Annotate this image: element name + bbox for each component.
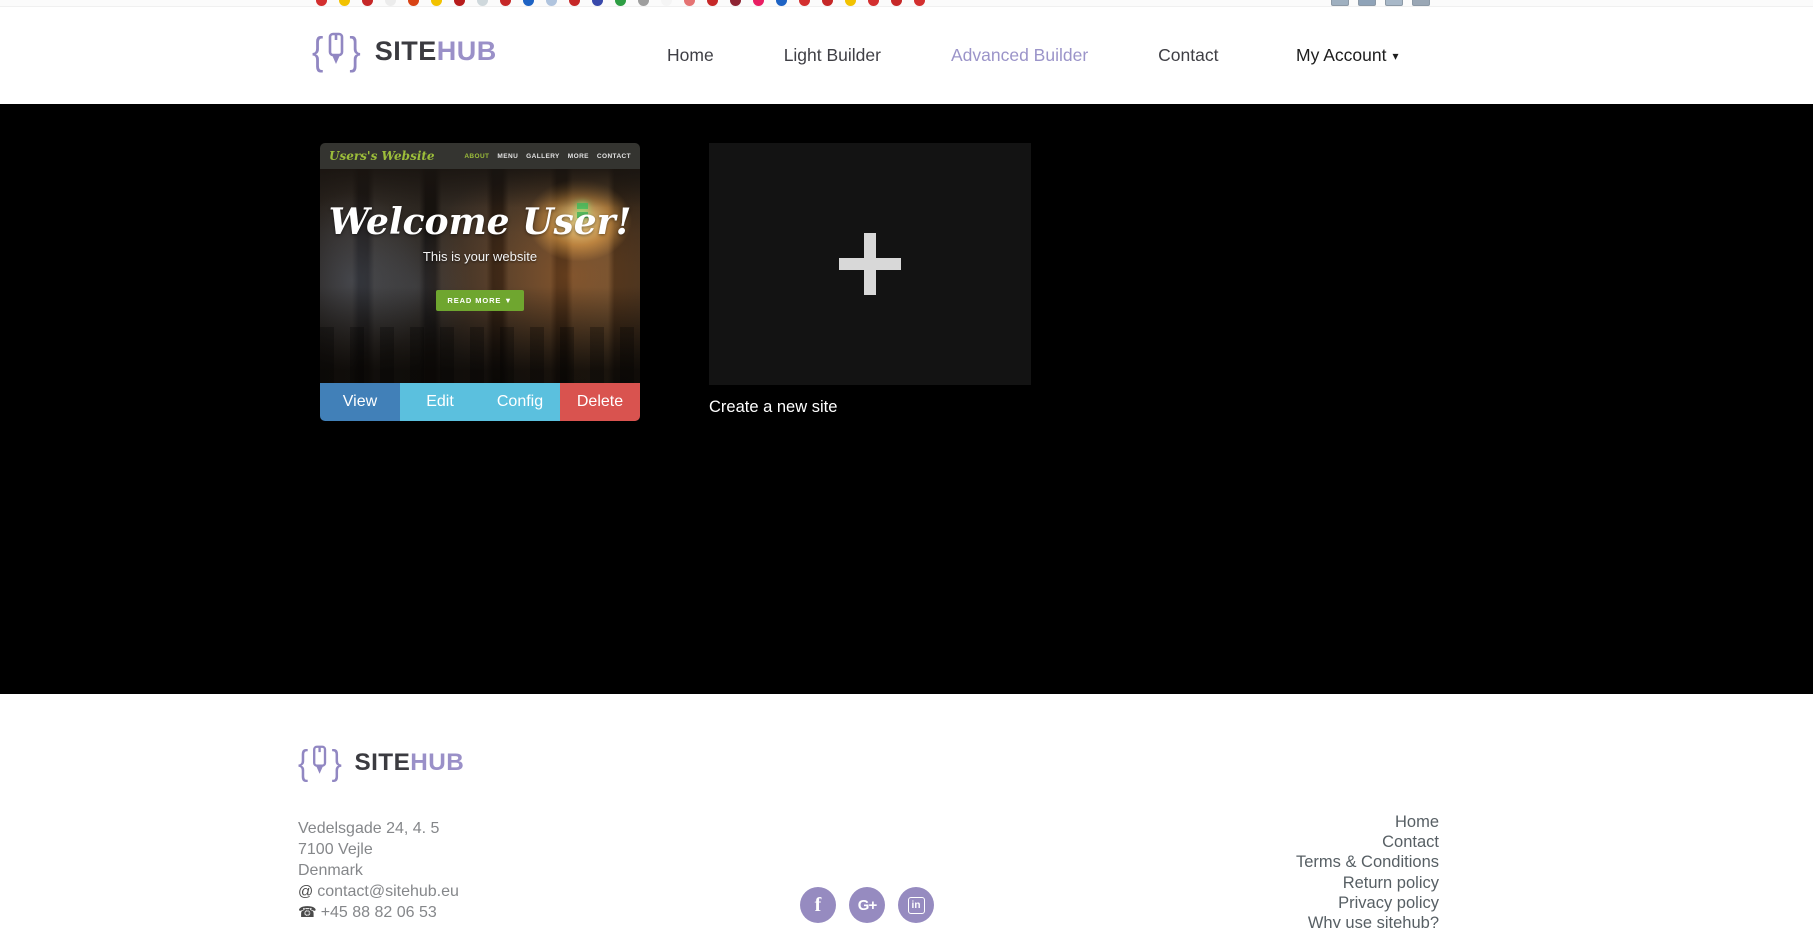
logo-brace-left: { [312, 29, 324, 74]
preview-nav-about: ABOUT [464, 152, 490, 160]
favicon-dot[interactable] [707, 0, 718, 6]
logo-brace-left: { [298, 742, 309, 783]
favicon-dot[interactable] [822, 0, 833, 6]
preview-site-title: Users's Website [329, 149, 435, 163]
favicon-dot[interactable] [914, 0, 925, 6]
preview-navbar: Users's Website ABOUT MENU GALLERY MORE … [320, 143, 640, 169]
preview-hero-photo: Welcome User! This is your website READ … [320, 169, 640, 383]
site-card-actions: View Edit Config Delete [320, 383, 640, 421]
favicon-dot[interactable] [500, 0, 511, 6]
footer-link-why[interactable]: Why use sitehub? [1308, 913, 1439, 928]
logo-brace-right: } [331, 742, 342, 783]
email-icon: @ [298, 883, 314, 900]
google-plus-icon[interactable]: G+ [849, 887, 885, 923]
favicon-dot[interactable] [799, 0, 810, 6]
main-nav: Home Light Builder Advanced Builder Cont… [667, 7, 1218, 104]
preview-read-more-button: READ MORE ▼ [436, 290, 524, 311]
favicon-dot[interactable] [362, 0, 373, 6]
site-action-button[interactable]: View [320, 383, 400, 421]
footer-links: Home Contact Terms & Conditions Return p… [1296, 812, 1439, 928]
footer: { } SITEHUB Vedelsgade 24, 4. 5 7100 Vej… [0, 694, 1813, 928]
footer-link-terms[interactable]: Terms & Conditions [1296, 852, 1439, 872]
create-site-label[interactable]: Create a new site [709, 398, 1031, 417]
site-action-button[interactable]: Config [480, 383, 560, 421]
footer-email-row: @ contact@sitehub.eu [298, 881, 459, 902]
my-account-dropdown[interactable]: My Account ▾ [1296, 7, 1399, 104]
favicon-dot[interactable] [684, 0, 695, 6]
favicon-dot[interactable] [316, 0, 327, 6]
footer-address: Vedelsgade 24, 4. 5 7100 Vejle Denmark @… [298, 818, 459, 923]
favicon-dot[interactable] [638, 0, 649, 6]
nav-contact[interactable]: Contact [1158, 45, 1218, 66]
site-action-button[interactable]: Edit [400, 383, 480, 421]
favicon-dot[interactable] [523, 0, 534, 6]
favicon-dot[interactable] [431, 0, 442, 6]
favicon-dot[interactable] [891, 0, 902, 6]
pencil-icon [308, 744, 331, 781]
footer-link-return-policy[interactable]: Return policy [1343, 873, 1439, 893]
preview-nav-menu: MENU [497, 152, 519, 160]
address-line: Vedelsgade 24, 4. 5 [298, 820, 440, 837]
favicon-dot[interactable] [592, 0, 603, 6]
chevron-down-icon: ▾ [1392, 48, 1399, 63]
footer-link-home[interactable]: Home [1395, 812, 1439, 832]
footer-link-privacy-policy[interactable]: Privacy policy [1338, 893, 1439, 913]
bookmark-folder[interactable] [1331, 0, 1349, 6]
preview-nav-more: MORE [567, 152, 589, 160]
favicon-dot[interactable] [408, 0, 419, 6]
site-action-button[interactable]: Delete [560, 383, 640, 421]
nav-light-builder[interactable]: Light Builder [784, 45, 881, 66]
footer-phone: +45 88 82 06 53 [320, 904, 437, 921]
site-card: Users's Website ABOUT MENU GALLERY MORE … [320, 143, 640, 421]
sitehub-logo[interactable]: { } SITEHUB [312, 31, 497, 72]
favicon-dot[interactable] [730, 0, 741, 6]
footer-social: f G+ in [800, 887, 934, 923]
pencil-icon [323, 31, 349, 72]
logo-brace-right: } [349, 29, 361, 74]
favicon-dot[interactable] [615, 0, 626, 6]
favicon-dot[interactable] [339, 0, 350, 6]
phone-icon: ☎ [298, 904, 317, 921]
facebook-icon[interactable]: f [800, 887, 836, 923]
nav-advanced-builder[interactable]: Advanced Builder [951, 45, 1088, 66]
logo-wordmark: SITEHUB [374, 36, 497, 66]
create-site-card[interactable] [709, 143, 1031, 385]
favicon-dot[interactable] [385, 0, 396, 6]
favicon-dot[interactable] [753, 0, 764, 6]
preview-nav: ABOUT MENU GALLERY MORE CONTACT [464, 153, 631, 160]
favicon-dot[interactable] [845, 0, 856, 6]
bookmarks-strip-squares [1331, 0, 1430, 6]
bookmark-folder[interactable] [1358, 0, 1376, 6]
plus-icon [839, 233, 901, 295]
site-preview-thumbnail[interactable]: Users's Website ABOUT MENU GALLERY MORE … [320, 143, 640, 383]
create-site-section: Create a new site [709, 143, 1031, 417]
preview-nav-gallery: GALLERY [526, 152, 560, 160]
nav-home[interactable]: Home [667, 45, 714, 66]
linkedin-icon[interactable]: in [898, 887, 934, 923]
preview-heading: Welcome User! [328, 201, 632, 243]
logo-wordmark: SITEHUB [354, 748, 465, 776]
header: { } SITEHUB Home Light Builder Advanced … [0, 7, 1813, 104]
bookmarks-strip-dots [316, 0, 925, 6]
bookmarks-strip [0, 0, 1813, 7]
favicon-dot[interactable] [454, 0, 465, 6]
footer-phone-row: ☎ +45 88 82 06 53 [298, 902, 459, 923]
address-line: 7100 Vejle [298, 841, 373, 858]
preview-nav-contact: CONTACT [596, 152, 631, 160]
bookmark-folder[interactable] [1412, 0, 1430, 6]
address-line: Denmark [298, 862, 363, 879]
my-account-label: My Account [1296, 45, 1387, 65]
footer-email[interactable]: contact@sitehub.eu [317, 883, 459, 900]
favicon-dot[interactable] [477, 0, 488, 6]
favicon-dot[interactable] [776, 0, 787, 6]
favicon-dot[interactable] [569, 0, 580, 6]
bookmark-folder[interactable] [1385, 0, 1403, 6]
footer-link-contact[interactable]: Contact [1382, 832, 1439, 852]
preview-subheading: This is your website [422, 249, 538, 264]
sites-workspace: Users's Website ABOUT MENU GALLERY MORE … [0, 104, 1813, 694]
favicon-dot[interactable] [868, 0, 879, 6]
footer-logo[interactable]: { } SITEHUB [298, 744, 464, 781]
favicon-dot[interactable] [546, 0, 557, 6]
favicon-dot[interactable] [661, 0, 672, 6]
